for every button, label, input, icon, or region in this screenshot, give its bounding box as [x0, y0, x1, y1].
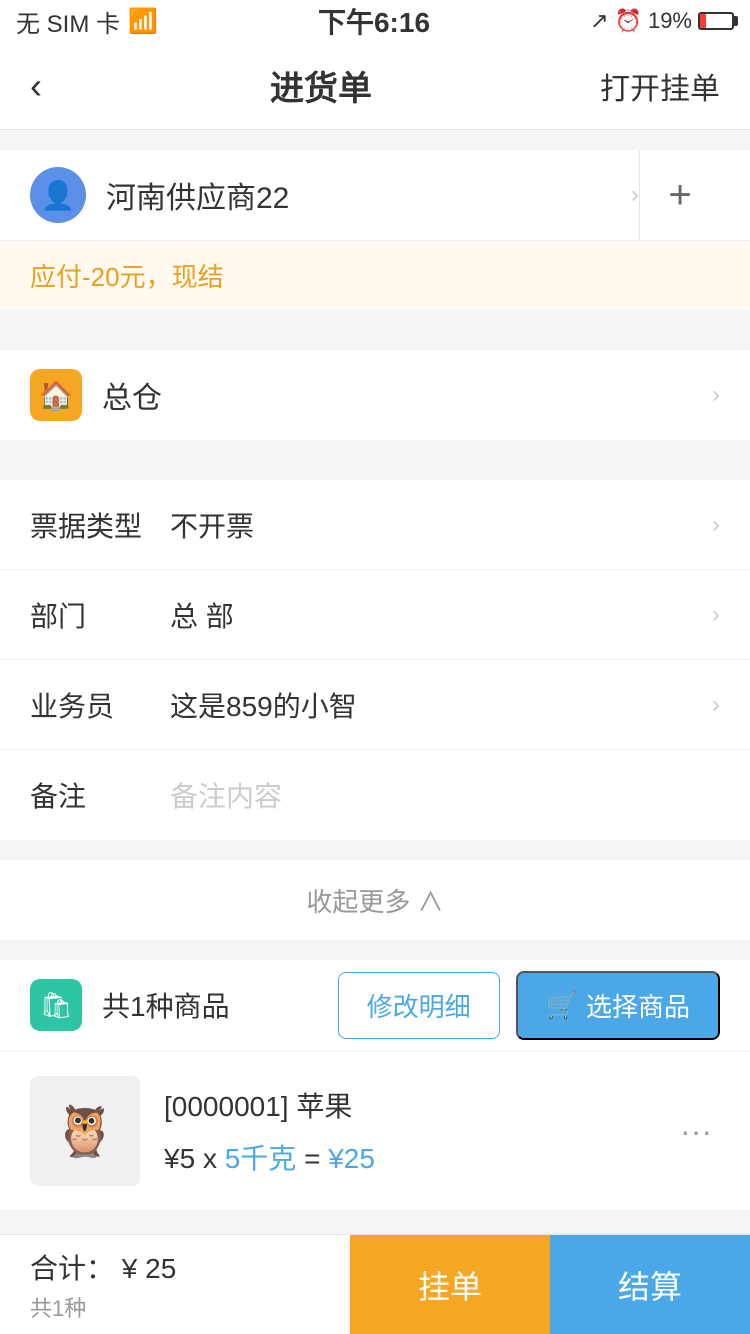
divider-2	[0, 310, 750, 330]
page-title: 进货单	[270, 61, 372, 110]
product-count-text: 共1种商品	[102, 985, 338, 1025]
add-supplier-button[interactable]: +	[640, 173, 720, 218]
product-price: ¥5 x 5千克 = ¥25	[164, 1137, 672, 1177]
battery-icon	[698, 12, 734, 30]
bill-type-chevron-icon: ›	[712, 511, 720, 539]
select-product-button[interactable]: 🛒 选择商品	[516, 971, 720, 1040]
select-product-label: 选择商品	[586, 987, 690, 1024]
supplier-section: 👤 河南供应商22 › +	[0, 150, 750, 241]
warehouse-icon: 🏠	[30, 369, 82, 421]
footer-count: 共1种	[30, 1291, 320, 1323]
salesperson-chevron-icon: ›	[712, 691, 720, 719]
remark-input[interactable]: 备注内容	[170, 775, 720, 815]
product-item: 🦉 [0000001] 苹果 ¥5 x 5千克 = ¥25 ···	[0, 1052, 750, 1210]
total-amount: ¥ 25	[122, 1253, 177, 1284]
back-button[interactable]: ‹	[30, 65, 42, 107]
status-right: ↗ ⏰ 19%	[590, 8, 734, 34]
avatar-icon: 👤	[41, 179, 76, 212]
remark-row[interactable]: 备注 备注内容	[0, 750, 750, 840]
department-row[interactable]: 部门 总 部 ›	[0, 570, 750, 660]
wifi-icon: 📶	[128, 7, 158, 36]
settle-button[interactable]: 结算	[550, 1235, 750, 1334]
status-time: 下午6:16	[318, 1, 430, 41]
footer-total-main: 合计： ¥ 25	[30, 1247, 320, 1287]
collapse-label: 收起更多 ∧	[306, 882, 443, 919]
hang-button[interactable]: 挂单	[350, 1235, 550, 1334]
open-hang-button[interactable]: 打开挂单	[600, 64, 720, 108]
supplier-avatar: 👤	[30, 167, 86, 223]
status-left: 无 SIM 卡 📶	[16, 4, 158, 39]
warehouse-chevron-icon: ›	[712, 381, 720, 409]
salesperson-row[interactable]: 业务员 这是859的小智 ›	[0, 660, 750, 750]
carrier-text: 无 SIM 卡	[16, 4, 120, 39]
supplier-name: 河南供应商22	[106, 173, 621, 217]
supplier-chevron-icon: ›	[631, 181, 639, 209]
department-value: 总 部	[170, 595, 702, 635]
product-thumbnail: 🦉	[30, 1076, 140, 1186]
product-header: 🛍 共1种商品 修改明细 🛒 选择商品	[0, 960, 750, 1050]
department-chevron-icon: ›	[712, 601, 720, 629]
hang-label: 挂单	[418, 1262, 482, 1308]
product-info: [0000001] 苹果 ¥5 x 5千克 = ¥25	[164, 1085, 672, 1177]
form-section: 票据类型 不开票 › 部门 总 部 › 业务员 这是859的小智 › 备注 备注…	[0, 480, 750, 840]
cart-icon: 🛍	[39, 990, 72, 1021]
edit-detail-button[interactable]: 修改明细	[338, 972, 500, 1039]
nav-bar: ‹ 进货单 打开挂单	[0, 42, 750, 130]
product-total: ¥25	[328, 1143, 375, 1174]
salesperson-label: 业务员	[30, 685, 170, 725]
product-more-button[interactable]: ···	[672, 1113, 720, 1150]
department-label: 部门	[30, 595, 170, 635]
warehouse-section[interactable]: 🏠 总仓 ›	[0, 350, 750, 440]
collapse-button[interactable]: 收起更多 ∧	[0, 860, 750, 940]
footer: 合计： ¥ 25 共1种 挂单 结算	[0, 1234, 750, 1334]
salesperson-value: 这是859的小智	[170, 685, 702, 725]
product-unit-price: ¥5	[164, 1143, 195, 1174]
supplier-row[interactable]: 👤 河南供应商22 ›	[30, 150, 640, 240]
bill-type-label: 票据类型	[30, 505, 170, 545]
product-count-icon: 🛍	[30, 979, 82, 1031]
total-label: 合计：	[30, 1253, 114, 1284]
divider-1	[0, 130, 750, 150]
product-multiply: x	[203, 1143, 225, 1174]
select-product-cart-icon: 🛒	[546, 990, 578, 1021]
settle-label: 结算	[618, 1262, 682, 1308]
product-owl-icon: 🦉	[54, 1102, 116, 1161]
bill-type-row[interactable]: 票据类型 不开票 ›	[0, 480, 750, 570]
location-icon: ↗	[590, 8, 608, 34]
product-equals: =	[304, 1143, 328, 1174]
divider-3	[0, 440, 750, 460]
alarm-icon: ⏰	[615, 8, 642, 34]
footer-total-area: 合计： ¥ 25 共1种	[0, 1235, 350, 1334]
status-bar: 无 SIM 卡 📶 下午6:16 ↗ ⏰ 19%	[0, 0, 750, 42]
product-name: [0000001] 苹果	[164, 1085, 672, 1125]
product-quantity: 5千克	[225, 1143, 297, 1174]
bill-type-value: 不开票	[170, 505, 702, 545]
warehouse-name: 总仓	[102, 373, 702, 417]
payment-notice: 应付-20元，现结	[0, 241, 750, 310]
remark-label: 备注	[30, 775, 170, 815]
battery-text: 19%	[648, 8, 692, 34]
